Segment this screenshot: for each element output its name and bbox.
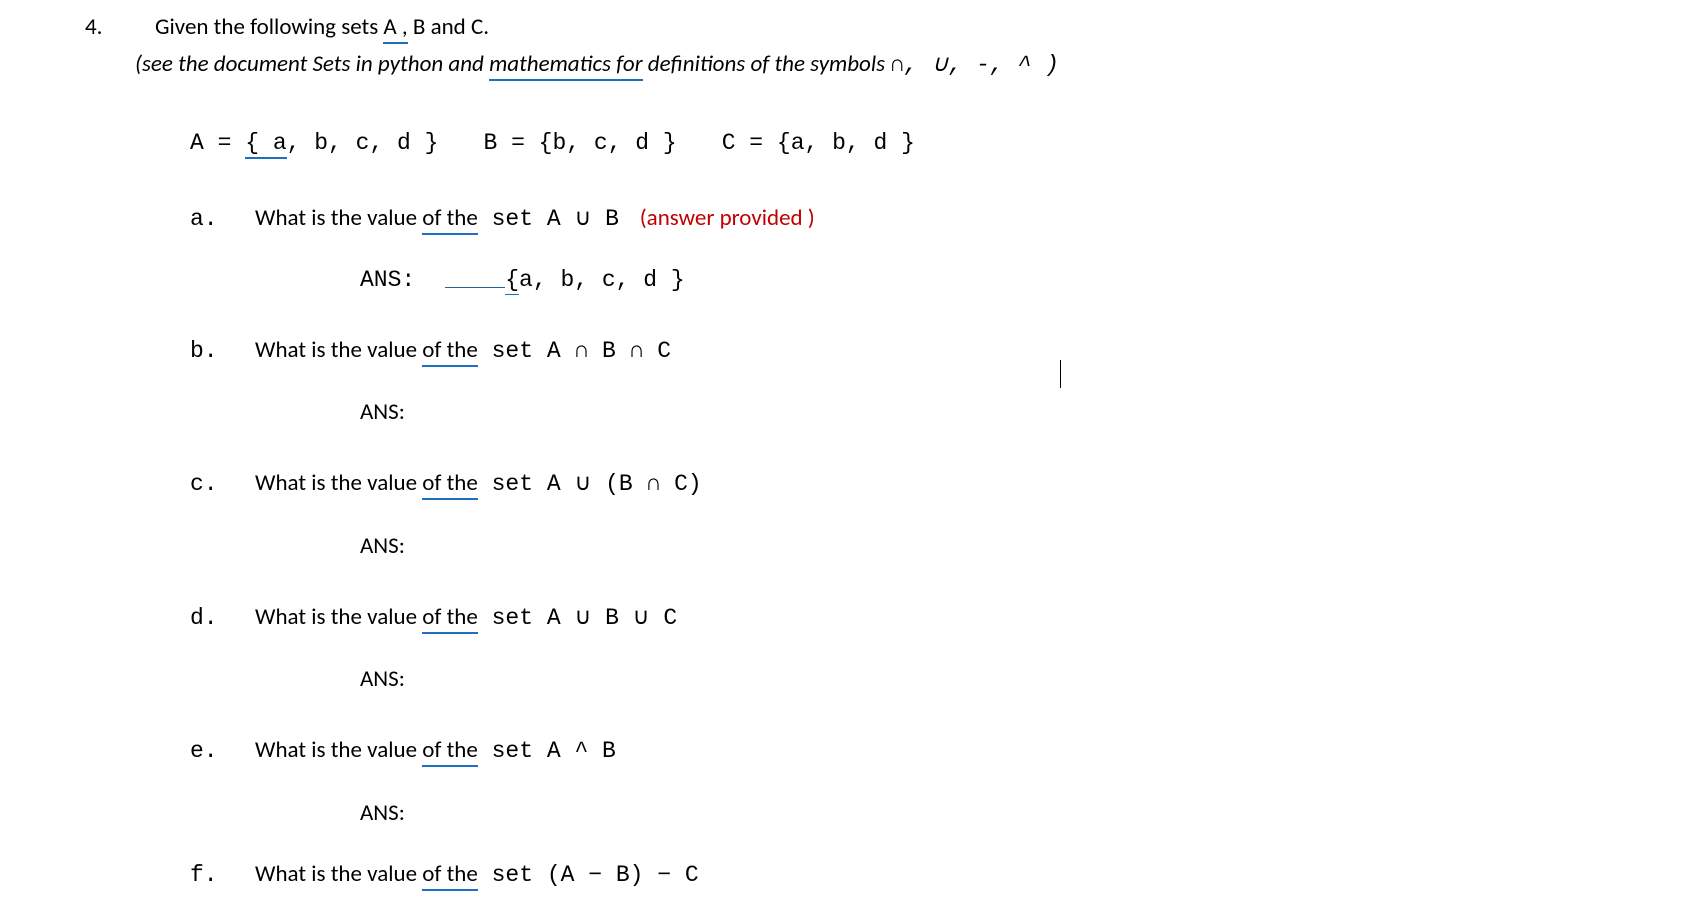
set-b: B = {b, c, d }: [483, 130, 676, 156]
symbol-list: ∩, ∪, -, ^ ): [890, 52, 1059, 78]
sub-question-text: What is the value of the set A ∪ (B ∩ C): [255, 466, 702, 502]
sub-label: e.: [190, 738, 255, 764]
sub-question-text: What is the value of the set A ∪ B ∪ C: [255, 600, 677, 636]
sub-c: c. What is the value of the set A ∪ (B ∩…: [190, 466, 1700, 502]
answer-row-b: ANS:: [360, 398, 1700, 426]
sub-d: d. What is the value of the set A ∪ B ∪ …: [190, 600, 1700, 636]
intro-text: definitions of the symbols: [643, 50, 891, 78]
answer-blank-underline: [445, 287, 505, 288]
set-c: C = {a, b, d }: [722, 130, 915, 156]
proof-underline-mathematics: mathematics: [489, 50, 611, 81]
intro-line-2: (see the document Sets in python and mat…: [135, 47, 1700, 83]
answer-value: {a, b, c, d }: [505, 267, 684, 293]
sub-label: c.: [190, 471, 255, 497]
question-header: 4. Given the following sets A , B and C.: [85, 10, 1700, 45]
sub-label: b.: [190, 338, 255, 364]
q-expression: set A ∪ (B ∩ C): [478, 471, 702, 497]
proof-underline-ans-open: {: [505, 267, 519, 295]
sub-label: d.: [190, 605, 255, 631]
ans-label: ANS:: [360, 532, 405, 560]
q-prefix: What is the value: [255, 603, 422, 631]
sub-label: f.: [190, 862, 255, 888]
intro-text: Given the following sets: [155, 13, 383, 41]
set-a-label: A =: [190, 130, 245, 156]
sub-e: e. What is the value of the set A ^ B: [190, 733, 1700, 769]
sub-questions: a. What is the value of the set A ∪ B (a…: [190, 201, 1700, 892]
proof-underline-for: for: [611, 50, 643, 81]
q-expression: set A ∪ B ∪ C: [478, 605, 677, 631]
answer-row-c: ANS:: [360, 532, 1700, 560]
ans-label: ANS:: [360, 398, 405, 426]
proof-underline-a: A ,: [383, 13, 407, 44]
answer-row-d: ANS:: [360, 665, 1700, 693]
set-a-rest: , b, c, d }: [287, 130, 439, 156]
sub-b: b. What is the value of the set A ∩ B ∩ …: [190, 333, 1700, 369]
ans-label: ANS:: [360, 799, 405, 827]
proof-underline-of-the: of the: [422, 603, 478, 634]
q-prefix: What is the value: [255, 469, 422, 497]
intro-text: (see the document Sets in python and: [135, 50, 489, 78]
answer-row-a: ANS: {a, b, c, d }: [360, 267, 1700, 293]
answer-row-e: ANS:: [360, 799, 1700, 827]
q-prefix: What is the value: [255, 860, 422, 888]
proof-underline-of-the: of the: [422, 336, 478, 367]
q-prefix: What is the value: [255, 736, 422, 764]
sub-f: f. What is the value of the set (A − B) …: [190, 857, 1700, 893]
text-cursor-icon: [1060, 360, 1061, 388]
q-prefix: What is the value: [255, 204, 422, 232]
ans-label: ANS:: [360, 267, 415, 293]
proof-underline-set-a-open: { a: [245, 130, 286, 159]
ans-label: ANS:: [360, 665, 405, 693]
sub-question-text: What is the value of the set A ∩ B ∩ C: [255, 333, 671, 369]
set-a: A = { a, b, c, d }: [190, 130, 438, 156]
proof-underline-of-the: of the: [422, 469, 478, 500]
intro-line-1: Given the following sets A , B and C.: [155, 10, 489, 45]
q-prefix: What is the value: [255, 336, 422, 364]
sub-question-text: What is the value of the set (A − B) − C: [255, 857, 699, 893]
set-definitions: A = { a, b, c, d } B = {b, c, d } C = {a…: [190, 130, 1700, 156]
q-expression: set A ∪ B: [478, 206, 619, 232]
sub-question-text: What is the value of the set A ^ B: [255, 733, 616, 769]
ans-rest: a, b, c, d }: [519, 267, 685, 293]
document-page: 4. Given the following sets A , B and C.…: [0, 0, 1700, 912]
q-expression: set A ^ B: [478, 738, 616, 764]
q-expression: set A ∩ B ∩ C: [478, 338, 671, 364]
sub-question-text: What is the value of the set A ∪ B (answ…: [255, 201, 815, 237]
proof-underline-of-the: of the: [422, 736, 478, 767]
answer-provided-note: (answer provided ): [640, 204, 815, 232]
question-number: 4.: [85, 13, 155, 41]
sub-a: a. What is the value of the set A ∪ B (a…: [190, 201, 1700, 237]
proof-underline-of-the: of the: [422, 204, 478, 235]
intro-text: B and C.: [408, 13, 489, 41]
proof-underline-of-the: of the: [422, 860, 478, 891]
sub-label: a.: [190, 206, 255, 232]
q-expression: set (A − B) − C: [478, 862, 699, 888]
